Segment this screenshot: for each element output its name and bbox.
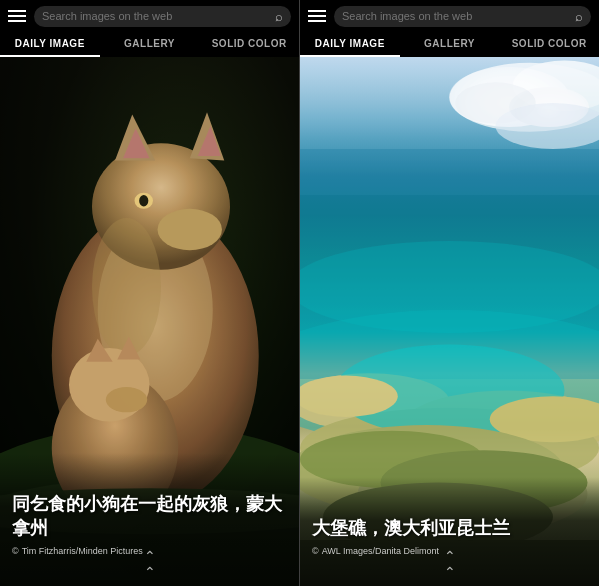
right-header: ⌕	[300, 0, 599, 32]
left-menu-icon[interactable]	[8, 10, 28, 22]
svg-point-6	[158, 209, 222, 250]
right-tab-daily-image[interactable]: DAILY IMAGE	[300, 32, 400, 57]
left-chevron-up-icon: ⌃	[144, 548, 156, 564]
svg-point-16	[106, 387, 147, 412]
right-search-icon: ⌕	[575, 9, 583, 24]
left-tab-daily-image[interactable]: DAILY IMAGE	[0, 32, 100, 57]
svg-point-40	[300, 241, 599, 333]
right-tab-solid-color[interactable]: SOLID COLOR	[499, 32, 599, 57]
right-caption-title: 大堡礁，澳大利亚昆士兰	[312, 517, 587, 540]
left-search-icon: ⌕	[275, 9, 283, 24]
right-tab-gallery[interactable]: GALLERY	[400, 32, 500, 57]
left-tab-gallery[interactable]: GALLERY	[100, 32, 200, 57]
right-menu-icon[interactable]	[308, 10, 328, 22]
left-image-area: 同乞食的小狗在一起的灰狼，蒙大拿州 © Tim Fitzharris/Minde…	[0, 57, 299, 586]
right-panel: ⌕ DAILY IMAGE GALLERY SOLID COLOR	[300, 0, 599, 586]
right-image-area: 大堡礁，澳大利亚昆士兰 © AWL Images/Danita Delimont…	[300, 57, 599, 586]
right-search-bar[interactable]: ⌕	[334, 6, 591, 27]
left-copyright-icon: ©	[12, 546, 19, 556]
right-scroll-indicator[interactable]: ⌃ ⌃	[444, 548, 456, 580]
left-credit-text: Tim Fitzharris/Minden Pictures	[22, 546, 143, 556]
left-search-bar[interactable]: ⌕	[34, 6, 291, 27]
left-tabs: DAILY IMAGE GALLERY SOLID COLOR	[0, 32, 299, 57]
right-chevron-up-icon: ⌃	[444, 548, 456, 564]
right-chevron-up-icon2: ⌃	[444, 564, 456, 580]
right-search-input[interactable]	[342, 10, 569, 22]
right-copyright-icon: ©	[312, 546, 319, 556]
right-tabs: DAILY IMAGE GALLERY SOLID COLOR	[300, 32, 599, 57]
left-chevron-up-icon2: ⌃	[144, 564, 156, 580]
left-panel: ⌕ DAILY IMAGE GALLERY SOLID COLOR	[0, 0, 299, 586]
right-credit-text: AWL Images/Danita Delimont	[322, 546, 439, 556]
left-search-input[interactable]	[42, 10, 269, 22]
left-tab-solid-color[interactable]: SOLID COLOR	[199, 32, 299, 57]
left-scroll-indicator[interactable]: ⌃ ⌃	[144, 548, 156, 580]
left-caption-title: 同乞食的小狗在一起的灰狼，蒙大拿州	[12, 493, 287, 540]
left-header: ⌕	[0, 0, 299, 32]
svg-point-12	[139, 195, 148, 207]
svg-point-13	[92, 218, 161, 356]
